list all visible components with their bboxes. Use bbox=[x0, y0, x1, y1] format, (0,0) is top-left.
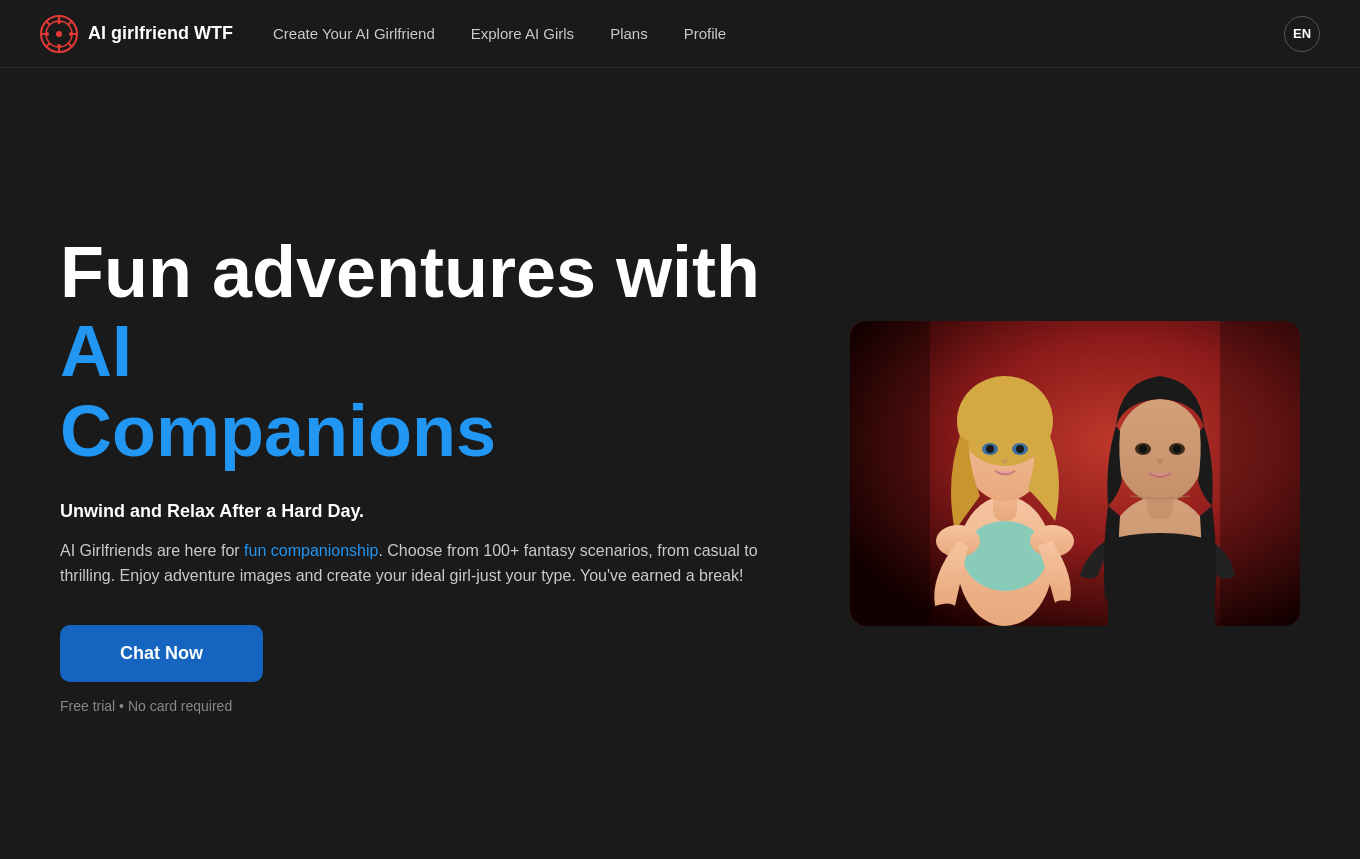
hero-title-companions: Companions bbox=[60, 391, 496, 471]
svg-point-2 bbox=[56, 31, 62, 37]
hero-section: Fun adventures with AI Companions Unwind… bbox=[0, 68, 1360, 859]
nav-link-create[interactable]: Create Your AI Girlfriend bbox=[273, 25, 435, 42]
brand-logo-link[interactable]: AI girlfriend WTF bbox=[40, 15, 233, 53]
svg-line-10 bbox=[47, 43, 51, 47]
brand-name: AI girlfriend WTF bbox=[88, 23, 233, 44]
svg-rect-16 bbox=[850, 321, 930, 626]
svg-point-26 bbox=[1016, 445, 1024, 453]
hero-title-ai: AI bbox=[60, 311, 132, 391]
hero-desc-highlight: fun companionship bbox=[244, 542, 378, 559]
nav-link-plans[interactable]: Plans bbox=[610, 25, 648, 42]
free-trial-text: Free trial • No card required bbox=[60, 698, 810, 714]
nav-link-profile[interactable]: Profile bbox=[684, 25, 727, 42]
navbar: AI girlfriend WTF Create Your AI Girlfri… bbox=[0, 0, 1360, 68]
svg-rect-17 bbox=[1220, 321, 1300, 626]
svg-point-35 bbox=[1173, 445, 1181, 453]
chat-now-button[interactable]: Chat Now bbox=[60, 625, 263, 682]
svg-point-12 bbox=[57, 44, 61, 48]
hero-subtitle: Unwind and Relax After a Hard Day. bbox=[60, 501, 810, 522]
hero-title-part1: Fun adventures with bbox=[60, 232, 760, 312]
hero-image bbox=[850, 321, 1300, 626]
nav-link-explore[interactable]: Explore AI Girls bbox=[471, 25, 574, 42]
svg-point-11 bbox=[57, 20, 61, 24]
nav-links: Create Your AI Girlfriend Explore AI Gir… bbox=[273, 25, 1284, 42]
hero-title: Fun adventures with AI Companions bbox=[60, 233, 810, 471]
svg-point-14 bbox=[69, 32, 73, 36]
svg-point-31 bbox=[1116, 399, 1204, 503]
svg-point-13 bbox=[45, 32, 49, 36]
hero-desc-part1: AI Girlfriends are here for bbox=[60, 542, 244, 559]
hero-content: Fun adventures with AI Companions Unwind… bbox=[60, 233, 850, 714]
hero-image-svg bbox=[850, 321, 1300, 626]
hero-description: AI Girlfriends are here for fun companio… bbox=[60, 538, 810, 589]
svg-line-7 bbox=[47, 21, 51, 25]
language-button[interactable]: EN bbox=[1284, 16, 1320, 52]
brand-logo-icon bbox=[40, 15, 78, 53]
svg-line-8 bbox=[68, 43, 72, 47]
svg-point-25 bbox=[986, 445, 994, 453]
svg-line-9 bbox=[68, 21, 72, 25]
svg-point-34 bbox=[1139, 445, 1147, 453]
